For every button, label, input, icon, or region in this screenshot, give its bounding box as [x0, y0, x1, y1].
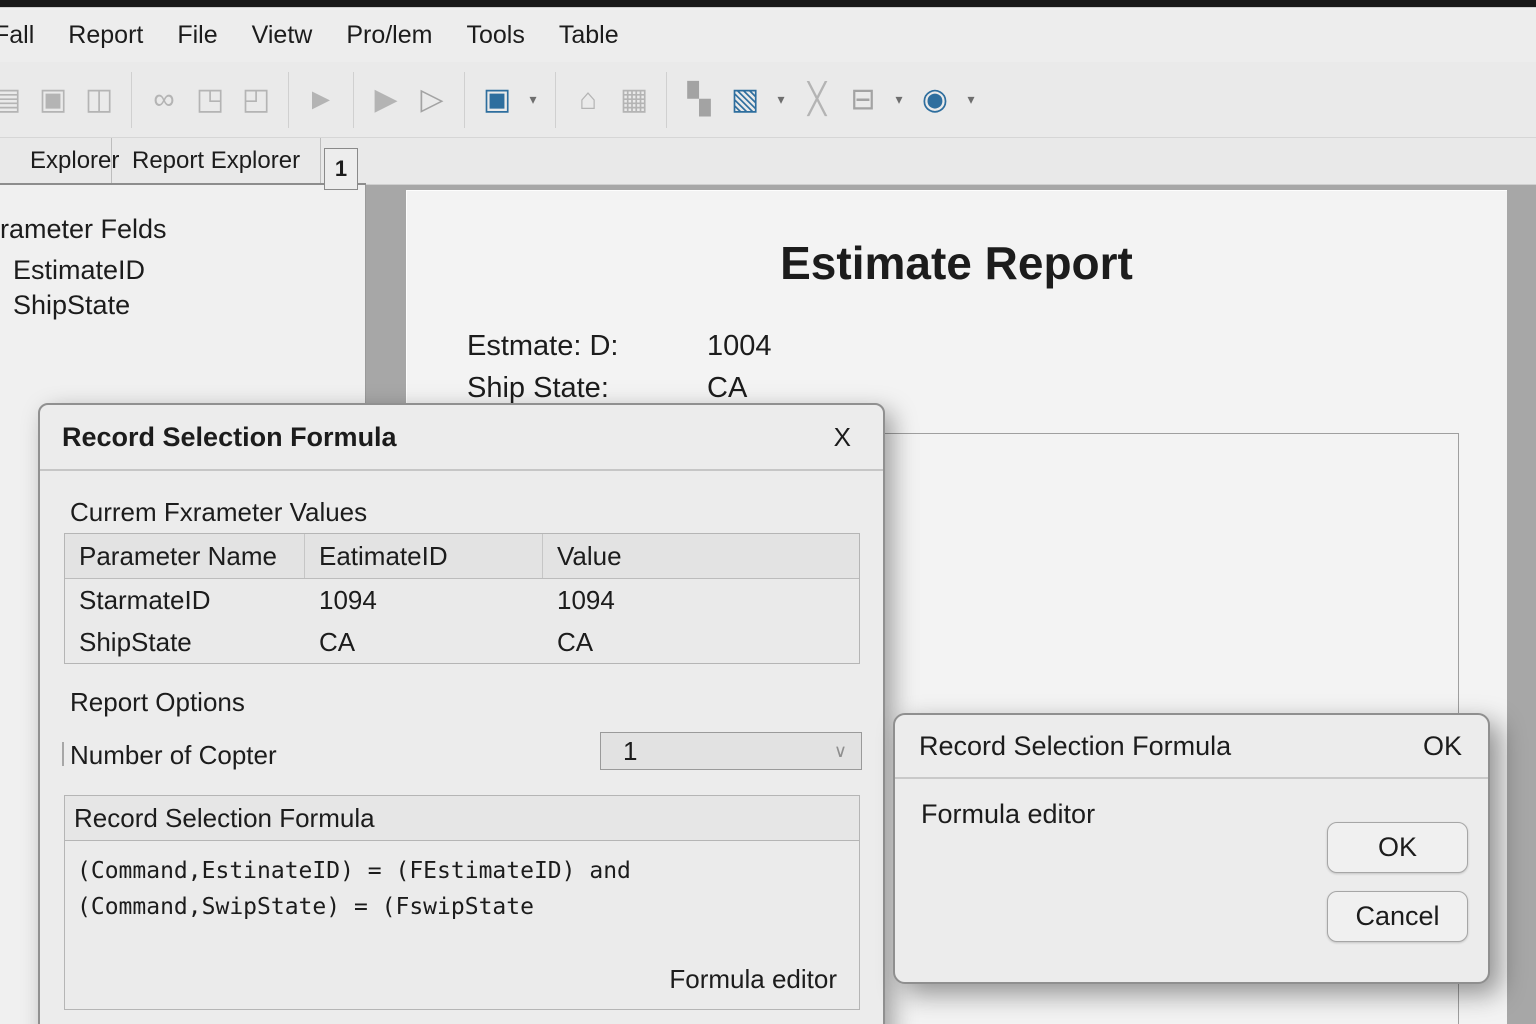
tab-report-explorer-label: Report Explorer [132, 146, 301, 174]
target-dropdown-icon[interactable]: ▾ [958, 91, 984, 108]
table-row[interactable]: StarmateID 1094 1094 [65, 579, 859, 621]
app-window: Fall Report File Vietw Pro/lem Tools Tab… [0, 0, 1536, 1024]
focus-tick [62, 742, 64, 766]
table-cell: CA [557, 626, 594, 657]
toolbar-separator [666, 71, 667, 128]
table-cell: StarmateID [79, 584, 211, 615]
table-header-parameter-name: Parameter Name [65, 534, 305, 578]
toolbar-separator [464, 71, 465, 128]
report-title: Estimate Report [780, 237, 1133, 289]
table-header-value: Value [557, 540, 622, 571]
dialog-title: Record Selection Formula [62, 421, 397, 452]
tab-field-explorer-label: Explorer [30, 146, 120, 174]
report-field-value: CA [707, 372, 748, 404]
explorer-tab-strip: Explorer Report Explorer 1 [0, 138, 1536, 190]
pointer-icon[interactable]: ► [298, 74, 344, 126]
number-of-copies-label: Number of Copter [70, 740, 277, 770]
close-icon[interactable]: X [828, 420, 857, 455]
record-selection-formula-section: Record Selection Formula (Command,Estina… [64, 795, 860, 1010]
menu-item-view[interactable]: Vietw [235, 21, 330, 50]
chevron-down-icon: ∨ [833, 740, 847, 761]
tree-node-estimateid[interactable]: EstimateID [13, 255, 145, 286]
ok-button[interactable]: OK [1327, 822, 1468, 873]
formula-confirm-dialog: Record Selection Formula OK Formula edit… [893, 713, 1490, 984]
report-options-heading: Report Options [70, 687, 245, 717]
page-number-indicator[interactable]: 1 [324, 148, 358, 190]
tab-report-explorer[interactable]: Report Explorer [112, 138, 322, 183]
dialog-title: Record Selection Formula [919, 730, 1232, 761]
table-cell: 1094 [557, 584, 615, 615]
save-icon[interactable]: ▣ [30, 74, 76, 126]
titlebar-ok-action[interactable]: OK [1423, 731, 1462, 762]
toolbar-separator [555, 71, 556, 128]
insert-object-dropdown-icon[interactable]: ▾ [520, 91, 546, 108]
summary-icon[interactable]: ▦ [611, 74, 657, 126]
cancel-button[interactable]: Cancel [1327, 891, 1468, 942]
menu-item-file[interactable]: File [160, 21, 234, 50]
import-icon[interactable]: ◰ [233, 74, 279, 126]
dialog-title-bar[interactable]: Record Selection Formula X [40, 405, 883, 471]
table-row[interactable]: ShipState CA CA [65, 621, 859, 663]
number-of-copies-select[interactable]: 1 ∨ [600, 732, 862, 770]
formula-editor-area[interactable]: (Command,EstinateID) = (FEstimateID) and… [65, 841, 859, 1009]
menu-bar: Fall Report File Vietw Pro/lem Tools Tab… [0, 8, 1536, 62]
new-report-icon[interactable]: ▤ [0, 74, 30, 126]
highlight-icon[interactable]: ▧ [722, 74, 768, 126]
copy-icon[interactable]: ◫ [76, 74, 122, 126]
current-parameter-values-heading: Currem Fxrameter Values [70, 497, 368, 527]
run-page-icon[interactable]: ▷ [409, 74, 455, 126]
menu-item-report[interactable]: Report [51, 21, 160, 50]
formula-editor-link[interactable]: Formula editor [669, 961, 837, 997]
report-field-value: 1004 [707, 330, 772, 362]
table-cell: 1094 [319, 584, 377, 615]
subreport-dropdown-icon[interactable]: ▾ [886, 91, 912, 108]
menu-item-fall[interactable]: Fall [0, 21, 51, 50]
explorer-tabs: Explorer Report Explorer [0, 138, 366, 185]
toolbar-separator [353, 71, 354, 128]
menu-item-tools[interactable]: Tools [449, 21, 541, 50]
subreport-icon[interactable]: ⊟ [840, 74, 886, 126]
tree-node-shipstate[interactable]: ShipState [13, 290, 130, 321]
formula-section-heading: Record Selection Formula [65, 796, 859, 841]
table-cell: ShipState [79, 626, 192, 657]
dialog-title-bar[interactable]: Record Selection Formula OK [895, 715, 1488, 779]
number-of-copies-value: 1 [623, 735, 638, 766]
table-header-estimateid: EatimateID [305, 534, 543, 578]
export-icon[interactable]: ◳ [187, 74, 233, 126]
toolbar-separator [288, 71, 289, 128]
menu-item-table[interactable]: Table [542, 21, 636, 50]
report-field-label: Ship State: [467, 372, 609, 404]
toolbar-separator [131, 71, 132, 128]
highlight-dropdown-icon[interactable]: ▾ [768, 91, 794, 108]
format-cross-icon[interactable]: ╳ [794, 74, 840, 126]
parameter-values-table: Parameter Name EatimateID Value Starmate… [64, 533, 860, 664]
menu-item-problem[interactable]: Pro/lem [329, 21, 449, 50]
table-cell: CA [319, 626, 356, 657]
group-sort-icon[interactable]: ⌂ [565, 74, 611, 126]
insert-object-icon[interactable]: ▣ [474, 74, 520, 126]
run-icon[interactable]: ▶ [363, 74, 409, 126]
tree-node-parameter-fields[interactable]: rameter Felds [0, 214, 167, 245]
table-header-row: Parameter Name EatimateID Value [65, 534, 859, 579]
report-field-label: Estmate: D: [467, 330, 619, 362]
formula-editor-label: Formula editor [921, 799, 1096, 829]
record-selection-formula-dialog: Record Selection Formula X Currem Fxrame… [38, 403, 885, 1024]
target-icon[interactable]: ◉ [912, 74, 958, 126]
formula-line: (Command,EstinateID) = (FEstimateID) and [77, 858, 631, 884]
link-icon[interactable]: ∞ [141, 74, 187, 126]
window-top-strip [0, 0, 1536, 8]
toolbar: ▤ ▣ ◫ ∞ ◳ ◰ ► ▶ ▷ ▣ ▾ ⌂ ▦ ▚ ▧ ▾ ╳ ⊟ ▾ ◉ … [0, 62, 1536, 138]
tab-field-explorer[interactable]: Explorer [0, 138, 119, 183]
formula-line: (Command,SwipState) = (FswipState [77, 894, 534, 920]
section-icon[interactable]: ▚ [676, 74, 722, 126]
